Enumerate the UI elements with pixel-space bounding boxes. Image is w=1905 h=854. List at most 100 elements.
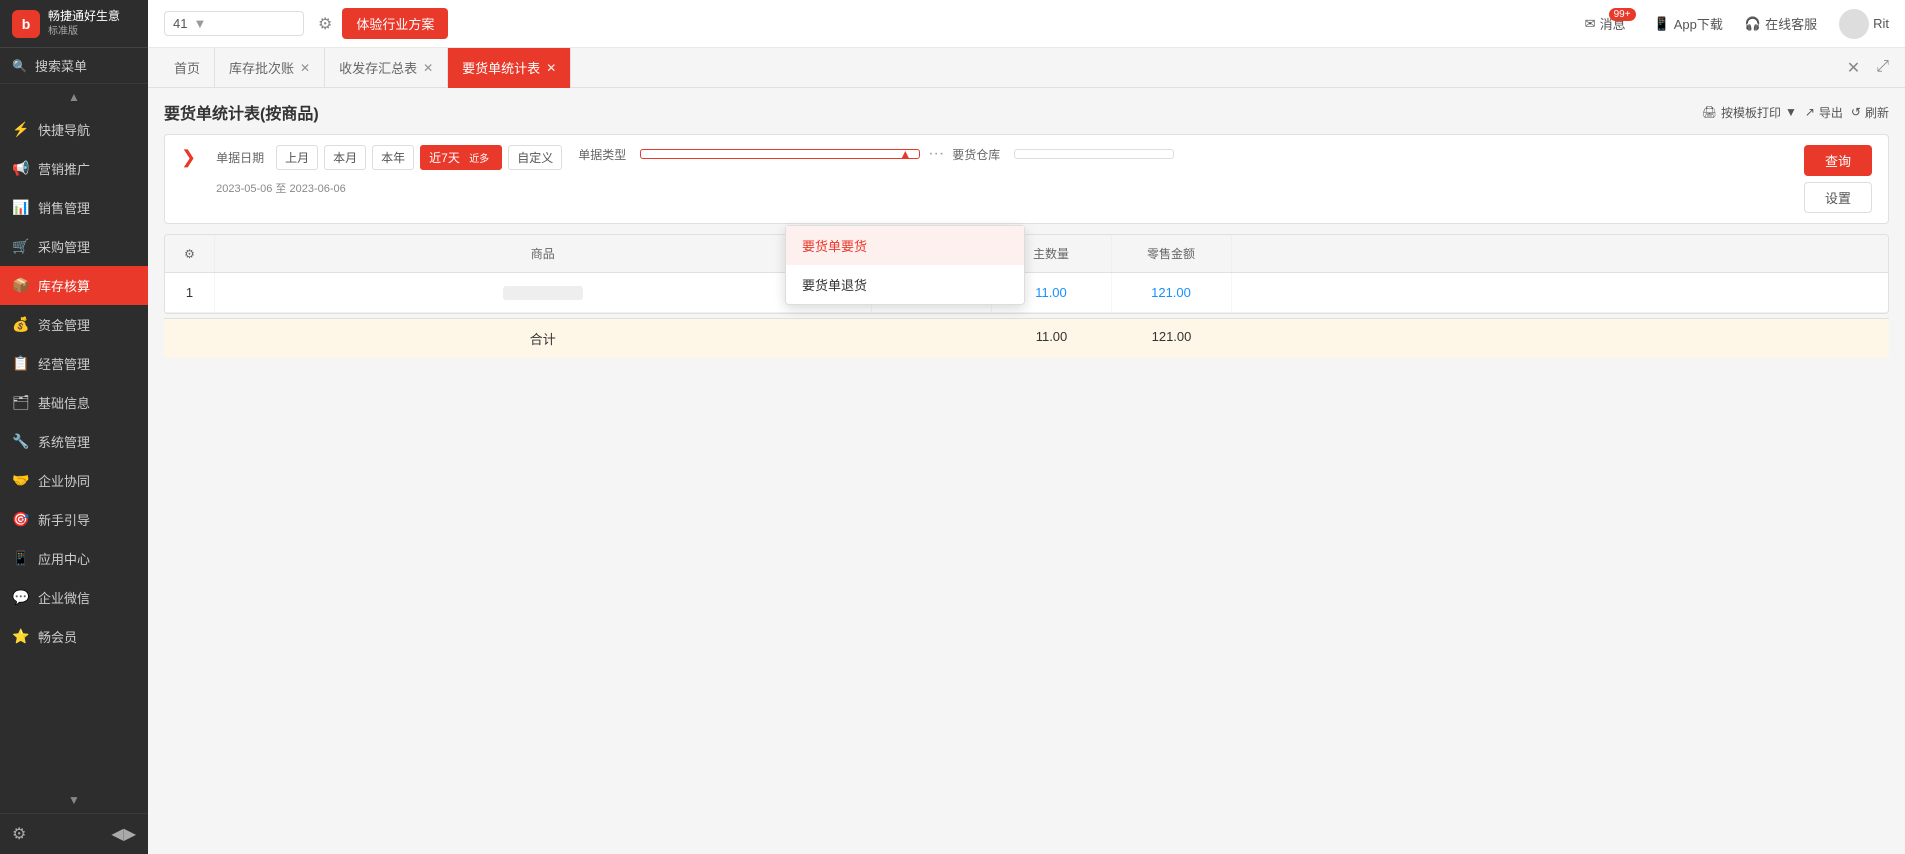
td-retail-amount-1[interactable]: 121.00 [1112, 273, 1232, 312]
enterprise-wechat-icon: 💬 [12, 589, 30, 606]
page-title-row: 要货单统计表(按商品) 🖨 按模板打印 ▼ ↗ 导出 ↺ 刷新 [164, 100, 1889, 124]
print-template-btn[interactable]: 🖨 按模板打印 ▼ [1702, 104, 1797, 121]
topbar-right: ✉ 消息 99+ 📱 App下载 🎧 在线客服 Rit [1585, 9, 1889, 39]
date-btn-custom[interactable]: 自定义 [508, 145, 562, 170]
td-product-1 [215, 273, 872, 312]
marketing-icon: 📢 [12, 160, 30, 177]
basic-info-icon: 🗂 [12, 394, 30, 411]
td-extra-1 [1232, 273, 1889, 312]
footer-label: 合计 [214, 319, 872, 358]
online-service-btn[interactable]: 🎧 在线客服 [1745, 14, 1817, 33]
export-icon: ↗ [1805, 105, 1815, 119]
messages-badge: 99+ [1609, 8, 1636, 21]
messages-btn[interactable]: ✉ 消息 99+ [1585, 14, 1626, 33]
filter-date-row: 单据日期 上月 本月 本年 近7天 近多 自定义 [216, 145, 562, 170]
date-btn-this-month[interactable]: 本月 [324, 145, 366, 170]
sidebar-scroll-down[interactable]: ▼ [0, 787, 148, 813]
headset-icon: 🎧 [1745, 16, 1761, 32]
user-avatar-btn[interactable]: Rit [1839, 9, 1889, 39]
dropdown-option-return-goods[interactable]: 要货单退货 [786, 265, 1024, 304]
vip-icon: ⭐ [12, 628, 30, 645]
filter-type-row: 单据类型 ▲ ··· 要货仓库 [578, 145, 1788, 163]
sidebar-search[interactable]: 🔍 搜索菜单 [0, 48, 148, 84]
sidebar-item-app-center[interactable]: 📱 应用中心 [0, 539, 148, 578]
sidebar-item-beginner[interactable]: 🎯 新手引导 [0, 500, 148, 539]
sidebar-item-enterprise[interactable]: 🤝 企业协同 [0, 461, 148, 500]
sidebar-header: b 畅捷通好生意 标准版 [0, 0, 148, 48]
filter-expand-btn[interactable]: ❯ [181, 147, 196, 168]
sidebar-item-sales[interactable]: 📊 销售管理 [0, 188, 148, 227]
sidebar-item-basic-info[interactable]: 🗂 基础信息 [0, 383, 148, 422]
date-btn-recent[interactable]: 近7天 近多 [420, 145, 502, 170]
tabbar-expand-icon[interactable]: ⤢ [1872, 54, 1893, 82]
sidebar-scroll-up[interactable]: ▲ [0, 84, 148, 110]
tab-home[interactable]: 首页 [160, 48, 215, 88]
sidebar-item-finance[interactable]: 💰 资金管理 [0, 305, 148, 344]
main-content: 41 ▼ ⚙ 体验行业方案 ✉ 消息 99+ 📱 App下载 🎧 在线客服 R [148, 0, 1905, 854]
operations-icon: 📋 [12, 355, 30, 372]
gear-icon[interactable]: ⚙ [184, 247, 195, 261]
avatar [1839, 9, 1869, 39]
tabbar-right: ✕ ⤢ [1843, 54, 1893, 82]
sidebar-item-enterprise-wechat[interactable]: 💬 企业微信 [0, 578, 148, 617]
app-download-btn[interactable]: 📱 App下载 [1654, 14, 1723, 33]
filter-actions: 查询 设置 [1804, 145, 1872, 213]
more-options-btn[interactable]: ··· [928, 145, 944, 163]
close-order-stats-icon[interactable]: ✕ [546, 61, 556, 75]
date-range-text: 2023-05-06 至 2023-06-06 [216, 180, 562, 196]
sidebar-item-operations[interactable]: 📋 经营管理 [0, 344, 148, 383]
topbar-left: 41 ▼ ⚙ 体验行业方案 [164, 8, 448, 39]
export-btn[interactable]: ↗ 导出 [1805, 104, 1843, 121]
th-extra [1232, 235, 1889, 272]
print-chevron-icon: ▼ [1785, 105, 1797, 119]
sidebar-collapse-icon[interactable]: ◀▶ [111, 824, 136, 844]
search-icon: 🔍 [12, 59, 27, 73]
date-btn-this-year[interactable]: 本年 [372, 145, 414, 170]
industry-btn[interactable]: 体验行业方案 [342, 8, 448, 39]
close-receive-summary-icon[interactable]: ✕ [423, 61, 433, 75]
type-dropdown[interactable]: ▲ [640, 149, 920, 159]
selector-arrow-icon: ▼ [193, 16, 206, 31]
beginner-icon: 🎯 [12, 511, 30, 528]
topbar: 41 ▼ ⚙ 体验行业方案 ✉ 消息 99+ 📱 App下载 🎧 在线客服 R [148, 0, 1905, 48]
sidebar-item-purchase[interactable]: 🛒 采购管理 [0, 227, 148, 266]
tab-order-stats[interactable]: 要货单统计表 ✕ [448, 48, 571, 88]
th-index: ⚙ [165, 235, 215, 272]
sidebar-item-quick-nav[interactable]: ⚡ 快捷导航 [0, 110, 148, 149]
sidebar-item-inventory[interactable]: 📦 库存核算 [0, 266, 148, 305]
date-btn-last-month[interactable]: 上月 [276, 145, 318, 170]
company-selector[interactable]: 41 ▼ [164, 11, 304, 36]
sidebar-nav: ⚡ 快捷导航 📢 营销推广 📊 销售管理 🛒 采购管理 📦 库存核算 💰 资金管… [0, 110, 148, 787]
finance-icon: 💰 [12, 316, 30, 333]
table-header: ⚙ 商品 主计量单位 主数量 零售金额 [165, 235, 1888, 273]
footer-unit [872, 319, 992, 358]
close-inventory-batch-icon[interactable]: ✕ [300, 61, 310, 75]
product-placeholder [503, 286, 583, 300]
tab-receive-summary[interactable]: 收发存汇总表 ✕ [325, 48, 448, 88]
query-btn[interactable]: 查询 [1804, 145, 1872, 176]
sidebar-item-vip[interactable]: ⭐ 畅会员 [0, 617, 148, 656]
type-dropdown-popup: 要货单要货 要货单退货 [785, 225, 1025, 305]
refresh-btn[interactable]: ↺ 刷新 [1851, 104, 1889, 121]
table-footer: 合计 11.00 121.00 [164, 318, 1889, 358]
quick-nav-icon: ⚡ [12, 121, 30, 138]
th-retail-amount: 零售金额 [1112, 235, 1232, 272]
tab-inventory-batch[interactable]: 库存批次账 ✕ [215, 48, 325, 88]
type-dropdown-chevron-icon: ▲ [899, 147, 911, 161]
app-brand: 畅捷通好生意 标准版 [48, 9, 120, 38]
print-icon: 🖨 [1702, 105, 1717, 119]
filter-input-group: 单据类型 ▲ ··· 要货仓库 [578, 145, 1788, 163]
tabbar-close-icon[interactable]: ✕ [1843, 54, 1864, 82]
message-icon: ✉ [1585, 16, 1596, 32]
footer-extra [1232, 319, 1890, 358]
sidebar-item-system[interactable]: 🔧 系统管理 [0, 422, 148, 461]
sidebar-bottom: ⚙ ◀▶ [0, 813, 148, 854]
sidebar-item-marketing[interactable]: 📢 营销推广 [0, 149, 148, 188]
system-icon: 🔧 [12, 433, 30, 450]
warehouse-dropdown[interactable] [1014, 149, 1174, 159]
sidebar-settings-icon[interactable]: ⚙ [12, 824, 26, 844]
data-table: ⚙ 商品 主计量单位 主数量 零售金额 1 块 11.00 [164, 234, 1889, 314]
topbar-gear-icon[interactable]: ⚙ [318, 14, 332, 34]
dropdown-option-order-goods[interactable]: 要货单要货 [786, 226, 1024, 265]
settings-btn[interactable]: 设置 [1804, 182, 1872, 213]
